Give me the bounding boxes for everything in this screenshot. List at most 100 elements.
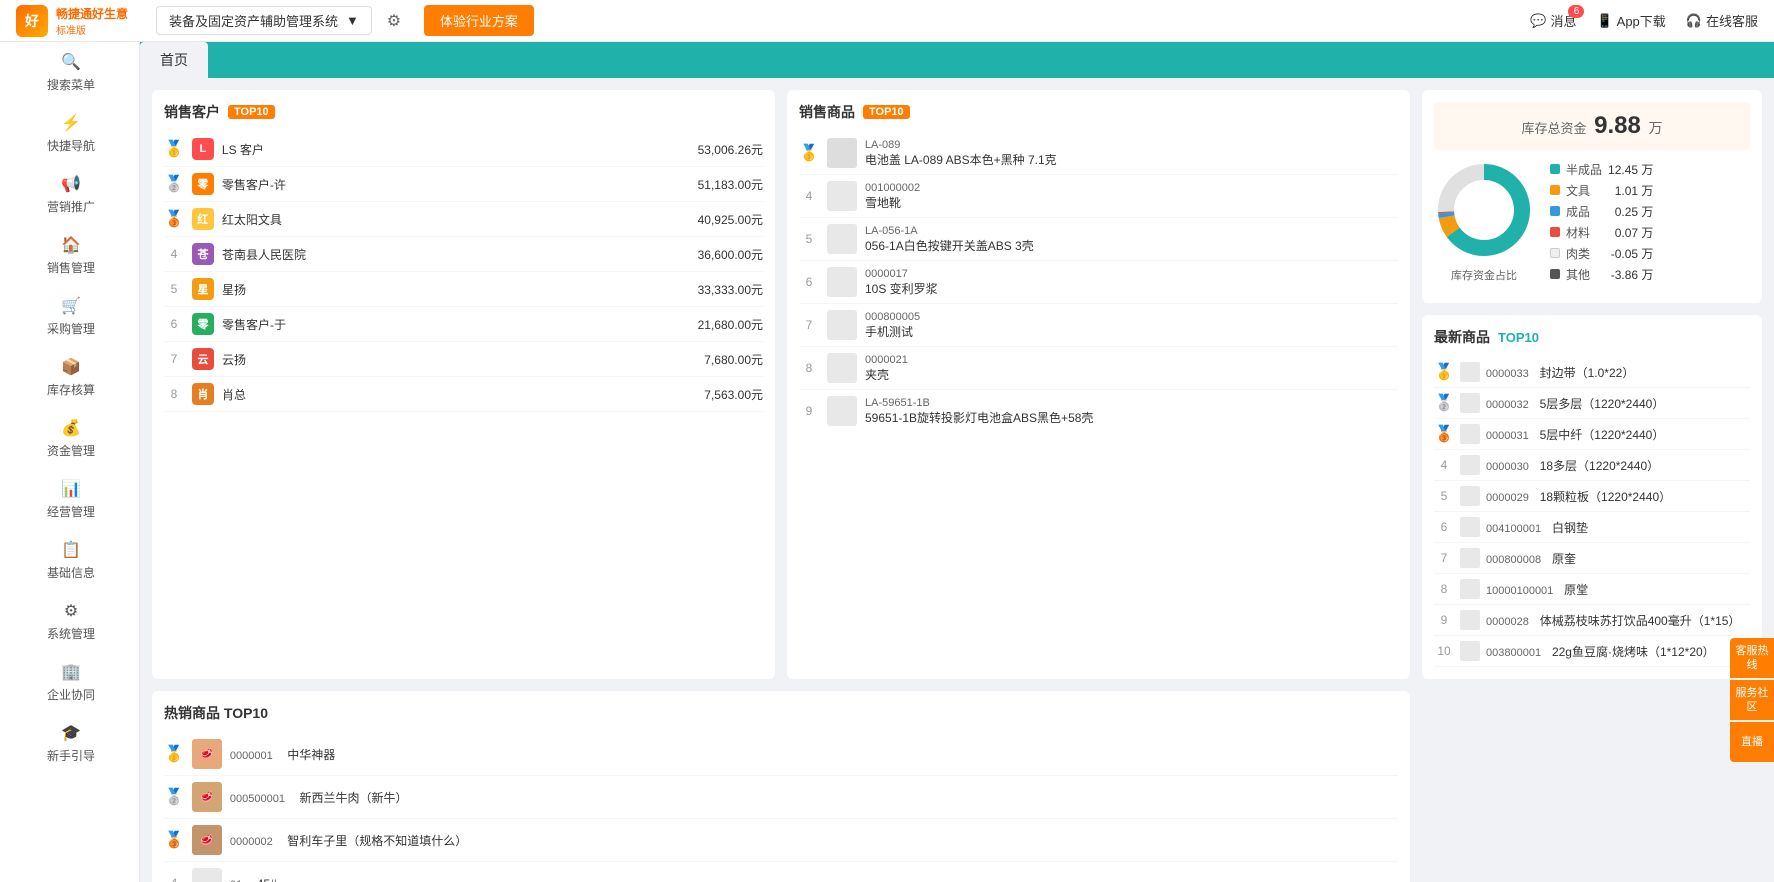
chart-legend: 半成品 12.45 万 文具 1.01 万 成品 0: [1550, 161, 1653, 283]
sidebar-item-inventory[interactable]: 📦 库存核算: [0, 347, 139, 408]
customers-list: 🥇 L LS 客户 53,006.26元 🥈 零 零售客户-许 51,183.0…: [164, 132, 763, 412]
donut-chart: [1434, 160, 1534, 260]
list-item: 🥇 L LS 客户 53,006.26元: [164, 132, 763, 167]
product-thumbnail: 🥩: [192, 739, 222, 769]
legend-item: 文具 1.01 万: [1550, 182, 1653, 199]
sidebar: 🔍 搜索菜单 ⚡ 快捷导航 📢 营销推广 🏠 销售管理 🛒 采购管理 📦 库存核…: [0, 42, 140, 882]
message-icon: 💬: [1530, 13, 1546, 29]
customer-badge: 肖: [192, 383, 214, 405]
list-item: 8 肖 肖总 7,563.00元: [164, 377, 763, 412]
product-thumbnail: 🥩: [192, 825, 222, 855]
legend-dot: [1550, 227, 1560, 237]
list-item: 5 LA-056-1A 056-1A白色按键开关盖ABS 3壳: [799, 218, 1398, 261]
list-item: 4 001000002 雪地靴: [799, 175, 1398, 218]
list-item: 4 苍 苍南县人民医院 36,600.00元: [164, 237, 763, 272]
tab-home[interactable]: 首页: [140, 42, 208, 78]
graduation-icon: 🎓: [61, 723, 81, 743]
house-icon: 🏠: [61, 235, 81, 255]
sidebar-item-search[interactable]: 🔍 搜索菜单: [0, 42, 139, 103]
hot-products-title: 热销商品 TOP10: [164, 703, 1398, 723]
sidebar-item-marketing[interactable]: 📢 营销推广: [0, 164, 139, 225]
hot-products-card: 热销商品 TOP10 🥇 🥩 0000001 中华神器 🥈: [152, 691, 1410, 882]
app-download-button[interactable]: 📱 App下载: [1596, 11, 1665, 30]
list-item: 6 0000017 10S 变利罗浆: [799, 261, 1398, 304]
system-selector[interactable]: 装备及固定资产辅助管理系统 ▼: [156, 6, 372, 35]
customer-badge: 零: [192, 173, 214, 195]
lightning-icon: ⚡: [61, 113, 81, 133]
product-thumbnail: [1460, 486, 1480, 506]
service-community-button[interactable]: 服务社区: [1730, 680, 1774, 720]
customer-badge: L: [192, 138, 214, 160]
sidebar-item-enterprise[interactable]: 🏢 企业协同: [0, 652, 139, 713]
phone-icon: 📱: [1596, 13, 1612, 29]
chart-area: 库存资金占比 半成品 12.45 万 文具 1.01 万: [1434, 160, 1750, 283]
gear-icon: ⚙: [61, 601, 81, 621]
product-thumbnail: [192, 868, 222, 882]
customer-service-button[interactable]: 客服热线: [1730, 638, 1774, 678]
list-item: 🥈 🥩 000500001 新西兰牛肉（新牛）: [164, 776, 1398, 819]
page-content: 销售客户 TOP10 🥇 L LS 客户 53,006.26元 🥈 零 零售客户…: [140, 78, 1774, 882]
product-thumbnail: [827, 224, 857, 254]
header-right: 💬 消息 6 📱 App下载 🎧 在线客服: [1530, 11, 1758, 30]
sidebar-item-finance[interactable]: 💰 资金管理: [0, 408, 139, 469]
products-scroll-list: 🥇 LA-089 电池盖 LA-089 ABS本色+黑种 7.1克 4 0010…: [799, 132, 1398, 432]
tab-bar: 首页: [140, 42, 1774, 78]
list-item: 🥉 0000031 5层中纤（1220*2440）: [1434, 419, 1750, 450]
top-customers-title: 销售客户 TOP10: [164, 102, 763, 122]
product-thumbnail: 🥩: [192, 782, 222, 812]
list-item: 7 云 云扬 7,680.00元: [164, 342, 763, 377]
sidebar-item-shortcut[interactable]: ⚡ 快捷导航: [0, 103, 139, 164]
sidebar-item-sales[interactable]: 🏠 销售管理: [0, 225, 139, 286]
list-item: 🥇 0000033 封边带（1.0*22）: [1434, 357, 1750, 388]
product-thumbnail: [827, 138, 857, 168]
list-item: 9 LA-59651-1B 59651-1B旋转投影灯电池盒ABS黑色+58壳: [799, 390, 1398, 432]
legend-item: 材料 0.07 万: [1550, 224, 1653, 241]
list-item: 5 星 星扬 33,333.00元: [164, 272, 763, 307]
top-products-scroll-title: 销售商品 TOP10: [799, 102, 1398, 122]
logo-area: 好 畅捷通好生意 标准版: [16, 5, 156, 37]
chart-icon: 📊: [61, 479, 81, 499]
list-item: 10 003800001 22g鱼豆腐·烧烤味（1*12*20）: [1434, 636, 1750, 667]
legend-dot: [1550, 269, 1560, 279]
cart-icon: 🛒: [61, 296, 81, 316]
top-products-scroll-card: 销售商品 TOP10 🥇 LA-089 电池盖 LA-089 ABS本色+黑种 …: [787, 90, 1410, 679]
live-stream-button[interactable]: 直播: [1730, 722, 1774, 762]
list-item: 🥇 LA-089 电池盖 LA-089 ABS本色+黑种 7.1克: [799, 132, 1398, 175]
silver-medal-icon: 🥈: [164, 174, 184, 194]
customer-badge: 云: [192, 348, 214, 370]
chevron-down-icon: ▼: [346, 13, 359, 28]
gold-medal-icon: 🥇: [164, 139, 184, 159]
customer-badge: 红: [192, 208, 214, 230]
sidebar-item-system[interactable]: ⚙ 系统管理: [0, 591, 139, 652]
new-products-card: 最新商品 TOP10 🥇 0000033 封边带（1.0*22）: [1422, 315, 1762, 679]
sidebar-item-operations[interactable]: 📊 经营管理: [0, 469, 139, 530]
hot-products-list: 🥇 🥩 0000001 中华神器 🥈 🥩 000500001: [164, 733, 1398, 882]
list-item: 🥈 0000032 5层多层（1220*2440）: [1434, 388, 1750, 419]
legend-item: 成品 0.25 万: [1550, 203, 1653, 220]
list-item: 5 0000029 18颗粒板（1220*2440）: [1434, 481, 1750, 512]
sidebar-item-guide[interactable]: 🎓 新手引导: [0, 713, 139, 774]
list-item: 6 004100001 白钢垫: [1434, 512, 1750, 543]
product-thumbnail: [1460, 393, 1480, 413]
list-item: 8 10000100001 原堂: [1434, 574, 1750, 605]
messages-badge: 6: [1568, 5, 1584, 18]
trial-button[interactable]: 体验行业方案: [424, 5, 534, 36]
product-thumbnail: [1460, 455, 1480, 475]
online-service-button[interactable]: 🎧 在线客服: [1686, 11, 1758, 30]
list-item: 6 零 零售客户-于 21,680.00元: [164, 307, 763, 342]
sidebar-item-purchase[interactable]: 🛒 采购管理: [0, 286, 139, 347]
stock-total: 库存总资金 9.88 万: [1434, 102, 1750, 150]
product-thumbnail: [1460, 548, 1480, 568]
settings-icon[interactable]: ⚙: [380, 7, 408, 35]
list-item: 4 01 45#: [164, 862, 1398, 882]
stock-card: 库存总资金 9.88 万: [1422, 90, 1762, 303]
new-products-list: 🥇 0000033 封边带（1.0*22） 🥈: [1434, 357, 1750, 667]
product-thumbnail: [1460, 641, 1480, 661]
sidebar-item-base[interactable]: 📋 基础信息: [0, 530, 139, 591]
messages-button[interactable]: 💬 消息 6: [1530, 11, 1576, 30]
float-buttons: 客服热线 服务社区 直播: [1730, 638, 1774, 762]
list-item: 4 0000030 18多层（1220*2440）: [1434, 450, 1750, 481]
list-item: 🥈 零 零售客户-许 51,183.00元: [164, 167, 763, 202]
list-item: 8 0000021 夹壳: [799, 347, 1398, 390]
box-icon: 📦: [61, 357, 81, 377]
